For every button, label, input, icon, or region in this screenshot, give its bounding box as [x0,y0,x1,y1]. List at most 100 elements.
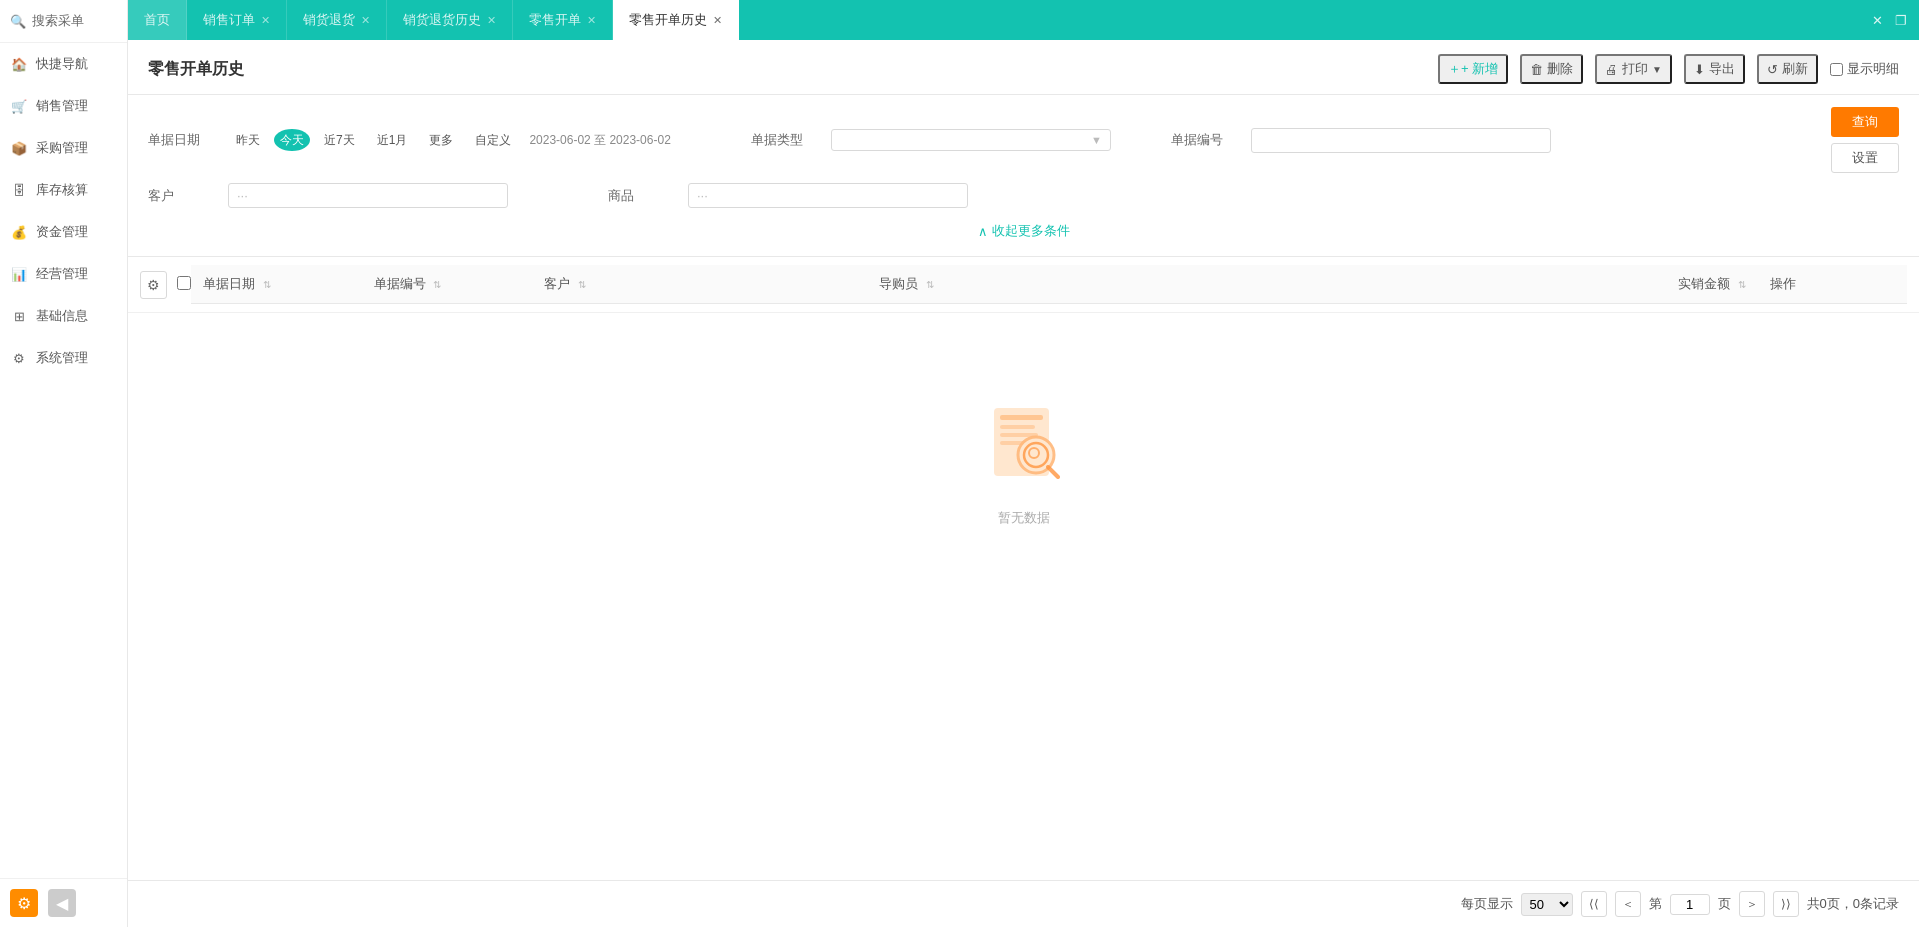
delete-icon: 🗑 [1530,62,1543,77]
order-type-label: 单据类型 [751,131,811,149]
display-cols-toggle[interactable]: 显示明细 [1830,60,1899,78]
tab-sales-return-history-label: 销货退货历史 [403,11,481,29]
display-cols-checkbox[interactable] [1830,63,1843,76]
chart-icon: 📊 [10,265,28,283]
order-no-input[interactable] [1251,128,1551,153]
sort-date-icon[interactable]: ⇅ [263,279,271,290]
date-btn-today[interactable]: 今天 [274,129,310,151]
order-no-label: 单据编号 [1171,131,1231,149]
sidebar-item-operations[interactable]: 📊 经营管理 [0,253,127,295]
main-content: 首页 销售订单 ✕ 销货退货 ✕ 销货退货历史 ✕ 零售开单 ✕ 零售开单历史 … [128,0,1919,927]
page-unit: 页 [1718,895,1731,913]
page-title: 零售开单历史 [148,59,244,80]
tab-sales-order-close[interactable]: ✕ [261,14,270,27]
export-icon: ⬇ [1694,62,1705,77]
sort-order-icon[interactable]: ⇅ [433,279,441,290]
sidebar-label-sys-mgmt: 系统管理 [36,349,88,367]
prev-page-btn[interactable]: ＜ [1615,891,1641,917]
svg-line-7 [1048,467,1058,477]
date-btn-yesterday[interactable]: 昨天 [228,130,268,151]
tab-home[interactable]: 首页 [128,0,187,40]
col-guide: 导购员 ⇅ [867,265,1013,304]
sidebar-search[interactable]: 🔍 搜索采单 [0,0,127,43]
sidebar-label-inventory: 库存核算 [36,181,88,199]
sidebar-label-purchase-mgmt: 采购管理 [36,139,88,157]
sidebar-collapse-btn[interactable]: ◀ [48,889,76,917]
tab-retail-open[interactable]: 零售开单 ✕ [513,0,613,40]
print-button[interactable]: 🖨 打印 ▼ [1595,54,1672,84]
last-page-btn[interactable]: ⟩⟩ [1773,891,1799,917]
setting-button[interactable]: 设置 [1831,143,1899,173]
empty-icon [974,393,1074,493]
sidebar-item-inventory[interactable]: 🗄 库存核算 [0,169,127,211]
display-cols-label: 显示明细 [1847,60,1899,78]
tab-sales-order-label: 销售订单 [203,11,255,29]
sort-customer-icon[interactable]: ⇅ [578,279,586,290]
tabbar-right: ✕ ❐ [1872,13,1919,28]
select-all-checkbox[interactable] [177,276,191,290]
dropdown-icon: ▼ [1091,134,1102,146]
tab-home-label: 首页 [144,11,170,29]
collapse-label: 收起更多条件 [992,222,1070,240]
sidebar-bottom: ⚙ ◀ [0,878,127,927]
first-page-btn[interactable]: ⟨⟨ [1581,891,1607,917]
col-amount: 实销金额 ⇅ [1014,265,1758,304]
window-restore-btn[interactable]: ❐ [1895,13,1907,28]
tab-sales-return[interactable]: 销货退货 ✕ [287,0,387,40]
query-button[interactable]: 查询 [1831,107,1899,137]
empty-text: 暂无数据 [998,509,1050,527]
home-icon: 🏠 [10,55,28,73]
gear-icon: ⚙ [17,894,31,913]
order-type-select[interactable]: ▼ [831,129,1111,151]
col-date: 单据日期 ⇅ [191,265,362,304]
tab-retail-open-history-close[interactable]: ✕ [713,14,722,27]
refresh-button[interactable]: ↺ 刷新 [1757,54,1818,84]
tab-retail-open-history[interactable]: 零售开单历史 ✕ [613,0,739,40]
customer-input[interactable]: ··· [228,183,508,208]
tab-sales-return-history[interactable]: 销货退货历史 ✕ [387,0,513,40]
sidebar-item-purchase-mgmt[interactable]: 📦 采购管理 [0,127,127,169]
sort-guide-icon[interactable]: ⇅ [926,279,934,290]
sidebar-item-sys-mgmt[interactable]: ⚙ 系统管理 [0,337,127,379]
page-label: 第 [1649,895,1662,913]
total-text: 共0页，0条记录 [1807,895,1899,913]
product-input[interactable]: ··· [688,183,968,208]
select-all-area [177,276,191,293]
next-page-btn[interactable]: ＞ [1739,891,1765,917]
column-settings-btn[interactable]: ⚙ [140,271,167,299]
window-close-btn[interactable]: ✕ [1872,13,1883,28]
per-page-select[interactable]: 50 10 20 100 [1521,893,1573,916]
grid-icon: ⊞ [10,307,28,325]
refresh-icon: ↺ [1767,62,1778,77]
chevron-up-icon: ∧ [978,224,988,239]
tab-sales-return-close[interactable]: ✕ [361,14,370,27]
sidebar-item-basic-info[interactable]: ⊞ 基础信息 [0,295,127,337]
per-page-label: 每页显示 [1461,895,1513,913]
sort-amount-icon[interactable]: ⇅ [1738,279,1746,290]
print-icon: 🖨 [1605,62,1618,77]
sidebar-item-finance[interactable]: 💰 资金管理 [0,211,127,253]
settings-icon: ⚙ [10,349,28,367]
sidebar-item-sales-mgmt[interactable]: 🛒 销售管理 [0,85,127,127]
date-btn-custom[interactable]: 自定义 [467,130,519,151]
date-btn-1month[interactable]: 近1月 [369,130,416,151]
query-setting-area: 查询 设置 [1831,107,1899,173]
tab-retail-open-close[interactable]: ✕ [587,14,596,27]
tab-sales-return-history-close[interactable]: ✕ [487,14,496,27]
tab-sales-order[interactable]: 销售订单 ✕ [187,0,287,40]
sidebar-label-operations: 经营管理 [36,265,88,283]
date-btn-7days[interactable]: 近7天 [316,130,363,151]
customer-label: 客户 [148,187,208,205]
collapse-more-btn[interactable]: ∧ 收起更多条件 [148,218,1899,244]
sidebar: 🔍 搜索采单 🏠 快捷导航 🛒 销售管理 📦 采购管理 🗄 库存核算 💰 资金管… [0,0,128,927]
page-number-input[interactable] [1670,894,1710,915]
svg-rect-1 [1000,415,1043,420]
col-action: 操作 [1758,265,1907,304]
sidebar-item-quick-nav[interactable]: 🏠 快捷导航 [0,43,127,85]
sidebar-settings-btn[interactable]: ⚙ [10,889,38,917]
date-btn-more[interactable]: 更多 [421,130,461,151]
delete-button[interactable]: 🗑 删除 [1520,54,1583,84]
export-button[interactable]: ⬇ 导出 [1684,54,1745,84]
add-icon: ＋ [1448,60,1461,78]
add-button[interactable]: ＋ + 新增 [1438,54,1508,84]
